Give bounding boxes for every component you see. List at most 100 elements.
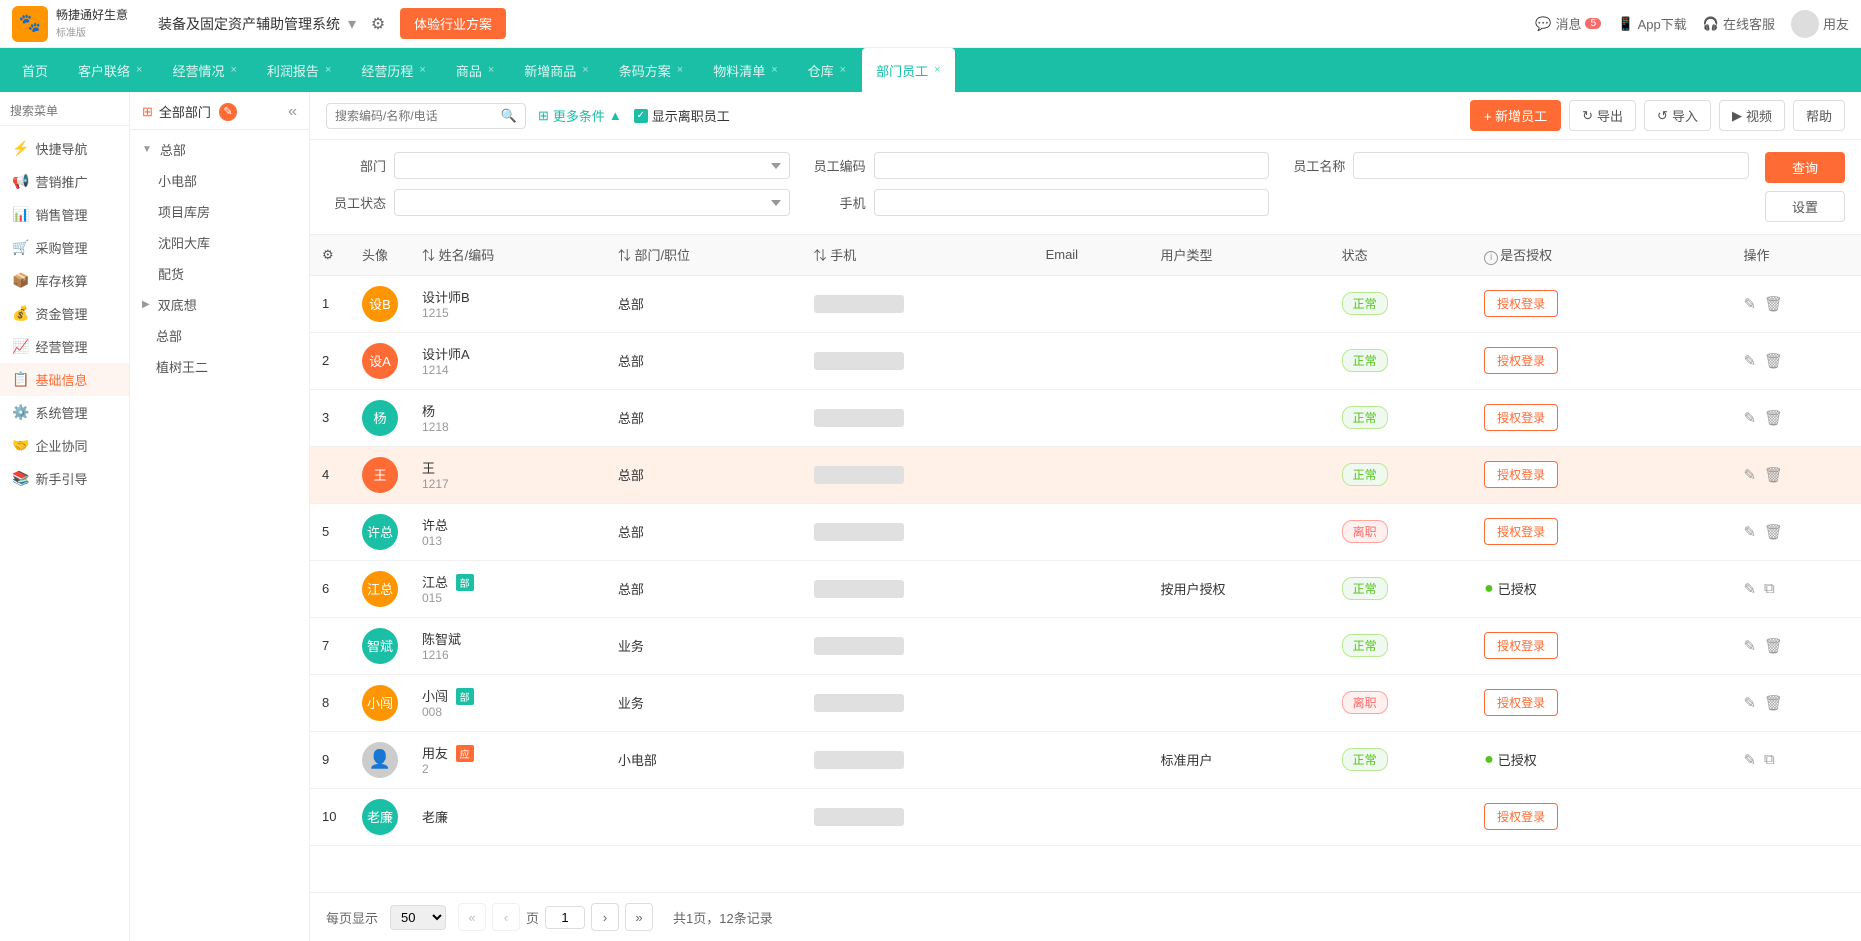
sidebar-item-basic[interactable]: 📋 基础信息 (0, 363, 129, 396)
tab-history-close[interactable]: × (419, 64, 425, 76)
edit-icon[interactable]: ✎ (1743, 523, 1756, 541)
messages-button[interactable]: 💬 消息 5 (1535, 14, 1601, 33)
delete-icon[interactable]: 🗑 (1764, 352, 1783, 370)
phone-sort-icon[interactable]: ⇅ (814, 248, 827, 263)
settings-icon[interactable]: ⚙ (364, 10, 392, 38)
import-button[interactable]: ↺ 导入 (1644, 100, 1711, 131)
tab-business-close[interactable]: × (230, 64, 236, 76)
last-page-button[interactable]: » (625, 903, 653, 931)
add-employee-button[interactable]: + 新增员工 (1470, 100, 1561, 131)
dept-node-zongbu-root[interactable]: ▼ 总部 (130, 134, 309, 165)
page-size-select[interactable]: 50 20 100 (390, 905, 446, 930)
prev-page-button[interactable]: ‹ (492, 903, 520, 931)
edit-icon[interactable]: ✎ (1743, 466, 1756, 484)
delete-icon[interactable]: 🗑 (1764, 466, 1783, 484)
tab-bom-close[interactable]: × (771, 64, 777, 76)
edit-icon[interactable]: ✎ (1743, 409, 1756, 427)
dept-node-shenyang[interactable]: 沈阳大库 (130, 227, 309, 258)
dept-sort-icon[interactable]: ⇅ (618, 248, 631, 263)
sidebar-item-collab[interactable]: 🤝 企业协同 (0, 429, 129, 462)
sidebar-item-business-mgmt[interactable]: 📈 经营管理 (0, 330, 129, 363)
edit-icon[interactable]: ✎ (1743, 637, 1756, 655)
auth-button[interactable]: 授权登录 (1484, 803, 1558, 830)
tab-history[interactable]: 经营历程× (347, 48, 439, 92)
dept-node-zhishu[interactable]: 植树王二 (130, 351, 309, 382)
tab-customer[interactable]: 客户联络× (64, 48, 156, 92)
auth-button[interactable]: 授权登录 (1484, 404, 1558, 431)
next-page-button[interactable]: › (591, 903, 619, 931)
auth-button[interactable]: 授权登录 (1484, 632, 1558, 659)
auth-button[interactable]: 授权登录 (1484, 290, 1558, 317)
edit-icon[interactable]: ✎ (1743, 694, 1756, 712)
edit-icon[interactable]: ✎ (1743, 751, 1756, 769)
app-download-button[interactable]: 📱 App下载 (1617, 14, 1686, 33)
delete-icon[interactable]: 🗑 (1764, 694, 1783, 712)
tab-barcode[interactable]: 条码方案× (605, 48, 697, 92)
auth-button[interactable]: 授权登录 (1484, 347, 1558, 374)
dept-collapse-icon[interactable]: « (288, 103, 297, 121)
emp-status-select[interactable] (394, 189, 790, 216)
view-button[interactable]: ▶ 视频 (1719, 100, 1785, 131)
more-filter-button[interactable]: ⊞ 更多条件 ▲ (538, 106, 622, 125)
search-input[interactable] (335, 109, 497, 123)
tab-profit[interactable]: 利润报告× (253, 48, 345, 92)
emp-code-input[interactable] (874, 152, 1270, 179)
sidebar-item-finance[interactable]: 💰 资金管理 (0, 297, 129, 330)
tab-profit-close[interactable]: × (325, 64, 331, 76)
dept-node-zongbu2[interactable]: 总部 (130, 320, 309, 351)
delete-icon[interactable]: 🗑 (1764, 409, 1783, 427)
edit-icon[interactable]: ✎ (1743, 352, 1756, 370)
sidebar-item-system[interactable]: ⚙️ 系统管理 (0, 396, 129, 429)
tab-warehouse[interactable]: 仓库× (794, 48, 860, 92)
tab-dept[interactable]: 部门员工× (862, 48, 954, 92)
sidebar-item-inventory[interactable]: 📦 库存核算 (0, 264, 129, 297)
auth-button[interactable]: 授权登录 (1484, 461, 1558, 488)
sidebar-item-marketing[interactable]: 📢 营销推广 (0, 165, 129, 198)
tab-dept-close[interactable]: × (934, 64, 940, 76)
dropdown-arrow-icon[interactable]: ▾ (348, 14, 356, 34)
page-input[interactable] (545, 906, 585, 929)
edit-icon[interactable]: ✎ (1743, 295, 1756, 313)
user-area[interactable]: 用友 (1791, 10, 1849, 38)
query-button[interactable]: 查询 (1765, 152, 1845, 183)
dept-node-peihuo[interactable]: 配货 (130, 258, 309, 289)
emp-name-input[interactable] (1353, 152, 1749, 179)
sidebar-item-purchase[interactable]: 🛒 采购管理 (0, 231, 129, 264)
sidebar-item-quicknav[interactable]: ⚡ 快捷导航 (0, 132, 129, 165)
sort-icon[interactable]: ⇅ (422, 248, 435, 263)
show-resigned-toggle[interactable]: ✓ 显示离职员工 (634, 106, 730, 125)
trial-button[interactable]: 体验行业方案 (400, 8, 506, 39)
tab-business[interactable]: 经营情况× (158, 48, 250, 92)
dept-node-xiaodian[interactable]: 小电部 (130, 165, 309, 196)
col-settings-icon[interactable]: ⚙ (322, 247, 334, 262)
edit-icon[interactable]: ✎ (1743, 580, 1756, 598)
dept-node-shuangdi[interactable]: ▶ 双底想 (130, 289, 309, 320)
tab-home[interactable]: 首页 (8, 48, 62, 92)
dept-edit-icon[interactable]: ✎ (219, 103, 237, 121)
tab-new-goods-close[interactable]: × (582, 64, 588, 76)
auth-button[interactable]: 授权登录 (1484, 518, 1558, 545)
phone-input[interactable] (874, 189, 1270, 216)
tab-warehouse-close[interactable]: × (840, 64, 846, 76)
tab-barcode-close[interactable]: × (677, 64, 683, 76)
tab-customer-close[interactable]: × (136, 64, 142, 76)
help-button[interactable]: 帮助 (1793, 100, 1845, 131)
sidebar-item-sales[interactable]: 📊 销售管理 (0, 198, 129, 231)
dept-select[interactable] (394, 152, 790, 179)
copy-icon[interactable]: ⧉ (1764, 580, 1775, 597)
setting-button[interactable]: 设置 (1765, 191, 1845, 222)
export-button[interactable]: ↻ 导出 (1569, 100, 1636, 131)
online-service-button[interactable]: 🎧 在线客服 (1703, 14, 1775, 33)
sidebar-item-guide[interactable]: 📚 新手引导 (0, 462, 129, 495)
sidebar-search-input[interactable] (10, 104, 130, 118)
tab-bom[interactable]: 物料清单× (699, 48, 791, 92)
tab-goods-close[interactable]: × (488, 64, 494, 76)
delete-icon[interactable]: 🗑 (1764, 637, 1783, 655)
dept-node-xiangmu[interactable]: 项目库房 (130, 196, 309, 227)
tab-goods[interactable]: 商品× (442, 48, 508, 92)
delete-icon[interactable]: 🗑 (1764, 523, 1783, 541)
copy-icon[interactable]: ⧉ (1764, 751, 1775, 768)
first-page-button[interactable]: « (458, 903, 486, 931)
delete-icon[interactable]: 🗑 (1764, 295, 1783, 313)
auth-button[interactable]: 授权登录 (1484, 689, 1558, 716)
